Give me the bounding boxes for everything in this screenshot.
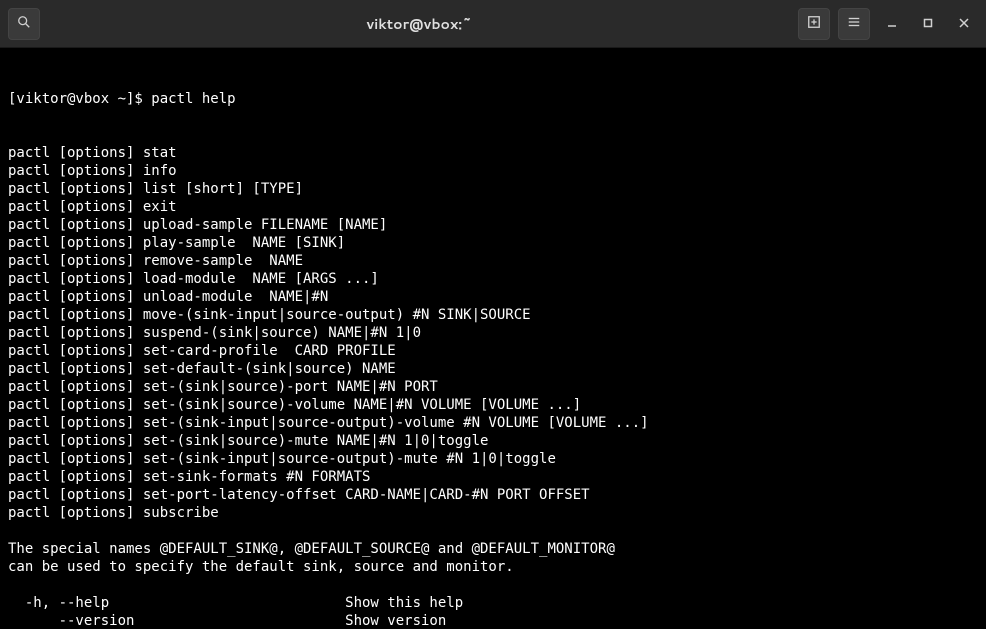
output-line: pactl [options] load-module NAME [ARGS .…	[8, 270, 978, 288]
output-line: pactl [options] subscribe	[8, 504, 978, 522]
titlebar-left	[8, 8, 40, 40]
new-tab-button[interactable]	[798, 8, 830, 40]
prompt-line-1: [viktor@vbox ~]$ pactl help	[8, 90, 978, 108]
output-line: pactl [options] set-(sink|source)-port N…	[8, 378, 978, 396]
output-line: can be used to specify the default sink,…	[8, 558, 978, 576]
output-lines: pactl [options] statpactl [options] info…	[8, 144, 978, 629]
terminal-body[interactable]: [viktor@vbox ~]$ pactl help pactl [optio…	[0, 48, 986, 629]
output-line: pactl [options] set-card-profile CARD PR…	[8, 342, 978, 360]
output-line: pactl [options] set-default-(sink|source…	[8, 360, 978, 378]
output-line: pactl [options] set-sink-formats #N FORM…	[8, 468, 978, 486]
minimize-icon	[887, 16, 897, 32]
output-line: pactl [options] set-(sink-input|source-o…	[8, 450, 978, 468]
menu-button[interactable]	[838, 8, 870, 40]
output-line: pactl [options] set-(sink|source)-volume…	[8, 396, 978, 414]
output-line: pactl [options] play-sample NAME [SINK]	[8, 234, 978, 252]
output-line: pactl [options] stat	[8, 144, 978, 162]
output-line	[8, 522, 978, 540]
window-title: viktor@vbox:~	[40, 14, 798, 34]
minimize-button[interactable]	[878, 10, 906, 38]
search-icon	[17, 15, 31, 33]
maximize-icon	[923, 16, 933, 32]
output-line: pactl [options] unload-module NAME|#N	[8, 288, 978, 306]
command-text: pactl help	[151, 91, 235, 107]
output-line: pactl [options] suspend-(sink|source) NA…	[8, 324, 978, 342]
output-line: pactl [options] remove-sample NAME	[8, 252, 978, 270]
output-line: --version Show version	[8, 612, 978, 629]
prompt-prefix: [viktor@vbox ~]$	[8, 91, 151, 107]
hamburger-icon	[847, 15, 861, 33]
close-icon	[959, 16, 969, 32]
output-line	[8, 576, 978, 594]
output-line: The special names @DEFAULT_SINK@, @DEFAU…	[8, 540, 978, 558]
output-line: pactl [options] exit	[8, 198, 978, 216]
search-button[interactable]	[8, 8, 40, 40]
output-line: -h, --help Show this help	[8, 594, 978, 612]
output-line: pactl [options] set-port-latency-offset …	[8, 486, 978, 504]
titlebar-right	[798, 8, 978, 40]
output-line: pactl [options] list [short] [TYPE]	[8, 180, 978, 198]
output-line: pactl [options] set-(sink|source)-mute N…	[8, 432, 978, 450]
output-line: pactl [options] set-(sink-input|source-o…	[8, 414, 978, 432]
output-line: pactl [options] upload-sample FILENAME […	[8, 216, 978, 234]
output-line: pactl [options] info	[8, 162, 978, 180]
maximize-button[interactable]	[914, 10, 942, 38]
titlebar: viktor@vbox:~	[0, 0, 986, 48]
new-tab-icon	[807, 15, 821, 33]
close-button[interactable]	[950, 10, 978, 38]
output-line: pactl [options] move-(sink-input|source-…	[8, 306, 978, 324]
